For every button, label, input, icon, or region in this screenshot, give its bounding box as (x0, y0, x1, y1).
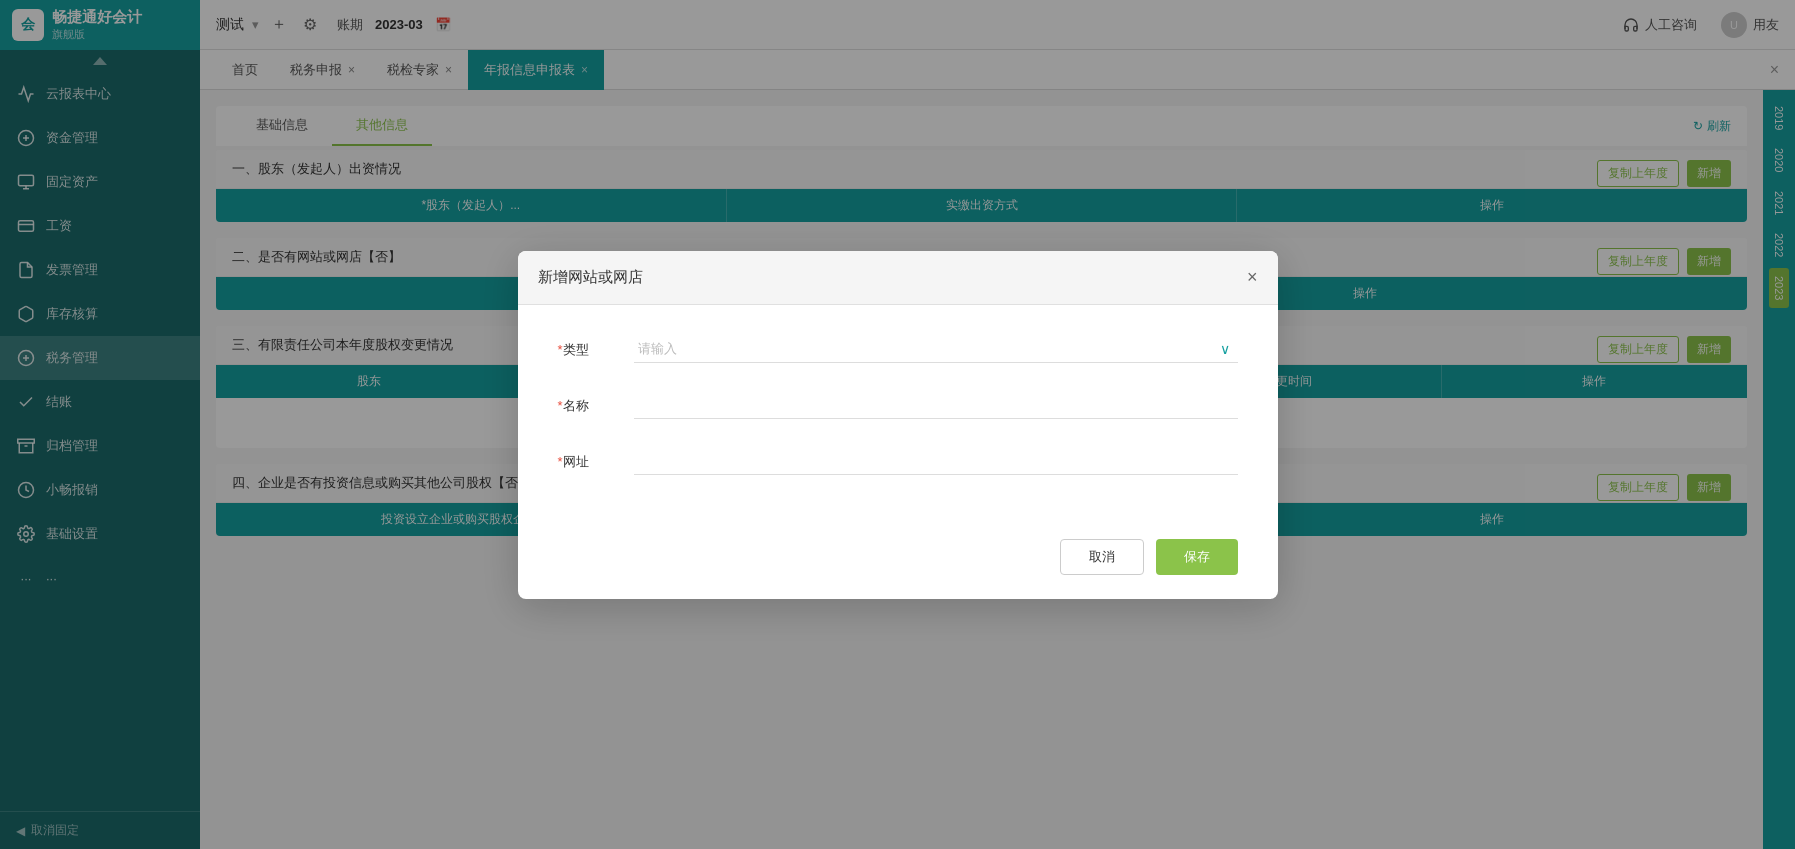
dialog-footer: 取消 保存 (518, 523, 1278, 599)
dialog-add-website: 新增网站或网店 × *类型 ∨ *名称 (518, 251, 1278, 599)
dialog-body: *类型 ∨ *名称 *网址 (518, 305, 1278, 523)
url-input[interactable] (634, 447, 1238, 475)
name-input[interactable] (634, 391, 1238, 419)
url-label: *网址 (558, 447, 618, 471)
name-input-wrap (634, 391, 1238, 419)
form-row-url: *网址 (558, 447, 1238, 475)
type-input[interactable] (634, 335, 1238, 363)
dialog-header: 新增网站或网店 × (518, 251, 1278, 305)
url-input-wrap (634, 447, 1238, 475)
form-row-type: *类型 ∨ (558, 335, 1238, 363)
required-mark: * (558, 342, 563, 357)
name-label: *名称 (558, 391, 618, 415)
required-mark3: * (558, 454, 563, 469)
dialog-overlay[interactable]: 新增网站或网店 × *类型 ∨ *名称 (0, 0, 1795, 849)
required-mark2: * (558, 398, 563, 413)
type-input-wrap: ∨ (634, 335, 1238, 363)
dialog-title: 新增网站或网店 (538, 268, 643, 287)
dialog-close-btn[interactable]: × (1247, 267, 1258, 288)
cancel-button[interactable]: 取消 (1060, 539, 1144, 575)
save-button[interactable]: 保存 (1156, 539, 1238, 575)
type-label: *类型 (558, 335, 618, 359)
form-row-name: *名称 (558, 391, 1238, 419)
